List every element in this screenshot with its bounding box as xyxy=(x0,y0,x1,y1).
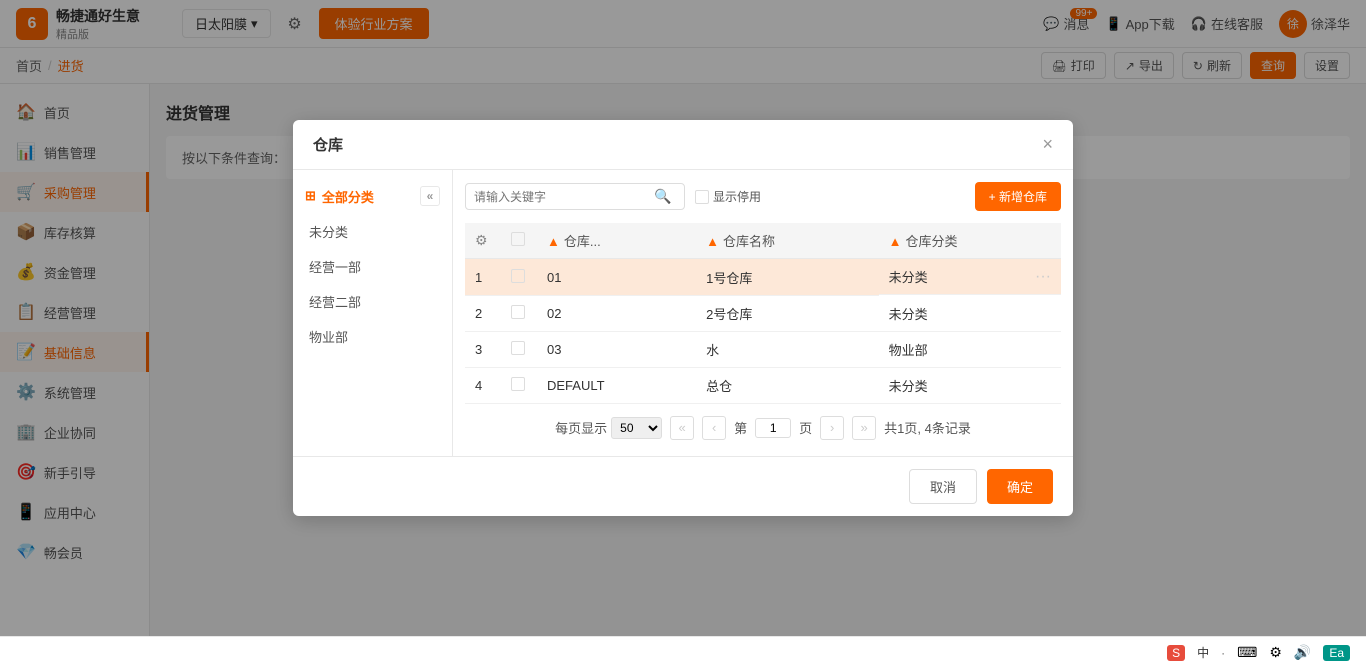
row-check-1[interactable] xyxy=(511,269,525,283)
modal-category-sidebar: ⊞ 全部分类 « 未分类 经营一部 经营二部 物业部 xyxy=(293,170,453,456)
add-warehouse-btn[interactable]: + 新增仓库 xyxy=(975,182,1061,211)
search-icon[interactable]: 🔍 xyxy=(654,188,671,205)
bottom-icon-3: · xyxy=(1221,646,1225,660)
modal-main-area: 🔍 显示停用 + 新增仓库 ⚙ ▲仓库... xyxy=(453,170,1073,456)
bottom-icon-5: ⚙ xyxy=(1269,644,1282,661)
th-checkbox[interactable] xyxy=(501,223,537,259)
bottom-icon-4: ⌨ xyxy=(1237,644,1257,661)
search-input[interactable] xyxy=(474,190,654,204)
show-disabled-text: 显示停用 xyxy=(713,188,761,205)
row-code: 01 xyxy=(537,259,696,296)
modal-header: 仓库 × xyxy=(293,120,1073,170)
bottom-icon-1: S xyxy=(1167,645,1185,661)
row-checkbox[interactable] xyxy=(501,331,537,367)
sort-icon: ▲ xyxy=(547,234,560,249)
search-box: 🔍 xyxy=(465,183,685,210)
per-page-selector: 每页显示 20 50 100 xyxy=(555,417,662,439)
modal-title: 仓库 xyxy=(313,134,343,155)
category-item-property[interactable]: 物业部 xyxy=(293,319,452,354)
row-name: 1号仓库 xyxy=(696,259,878,296)
select-all-checkbox[interactable] xyxy=(511,232,525,246)
row-checkbox[interactable] xyxy=(501,295,537,331)
row-code: 02 xyxy=(537,295,696,331)
table-row[interactable]: 4 DEFAULT 总仓 未分类 xyxy=(465,367,1061,403)
th-category: ▲仓库分类 xyxy=(879,223,1061,259)
bottom-bar: S 中 · ⌨ ⚙ 🔊 Ea xyxy=(0,636,1366,668)
modal-close-btn[interactable]: × xyxy=(1042,134,1053,155)
total-info: 共1页, 4条记录 xyxy=(884,418,971,437)
confirm-btn[interactable]: 确定 xyxy=(987,469,1053,504)
row-checkbox[interactable] xyxy=(501,367,537,403)
show-disabled-label[interactable]: 显示停用 xyxy=(695,188,761,205)
page-label: 第 xyxy=(734,418,747,437)
row-index: 2 xyxy=(465,295,501,331)
row-category: 未分类 ··· xyxy=(879,259,1061,295)
modal-toolbar: 🔍 显示停用 + 新增仓库 xyxy=(465,182,1061,211)
row-category: 未分类 xyxy=(879,295,1061,331)
ea-badge: Ea xyxy=(1323,645,1350,661)
th-gear[interactable]: ⚙ xyxy=(465,223,501,259)
all-categories-label: 全部分类 xyxy=(322,187,374,206)
row-check-2[interactable] xyxy=(511,305,525,319)
sort-icon-cat: ▲ xyxy=(889,234,902,249)
row-category: 物业部 xyxy=(879,331,1061,367)
table-row[interactable]: 1 01 1号仓库 未分类 ··· xyxy=(465,259,1061,296)
row-code: DEFAULT xyxy=(537,367,696,403)
page-suffix: 页 xyxy=(799,418,812,437)
row-check-4[interactable] xyxy=(511,377,525,391)
row-name: 总仓 xyxy=(696,367,878,403)
cancel-btn[interactable]: 取消 xyxy=(909,469,977,504)
row-category: 未分类 xyxy=(879,367,1061,403)
per-page-label: 每页显示 xyxy=(555,418,607,437)
last-page-btn[interactable]: » xyxy=(852,416,876,440)
table-row[interactable]: 3 03 水 物业部 xyxy=(465,331,1061,367)
row-check-3[interactable] xyxy=(511,341,525,355)
row-index: 1 xyxy=(465,259,501,296)
row-name: 2号仓库 xyxy=(696,295,878,331)
modal-overlay: 仓库 × ⊞ 全部分类 « 未分类 经营一部 经营二部 物业部 xyxy=(0,0,1366,636)
category-item-uncategorized[interactable]: 未分类 xyxy=(293,214,452,249)
modal-footer: 取消 确定 xyxy=(293,456,1073,516)
gear-icon: ⚙ xyxy=(475,232,488,248)
row-checkbox[interactable] xyxy=(501,259,537,296)
first-page-btn[interactable]: « xyxy=(670,416,694,440)
row-index: 3 xyxy=(465,331,501,367)
warehouse-table: ⚙ ▲仓库... ▲仓库名称 ▲仓库分类 1 01 1号仓库 xyxy=(465,223,1061,404)
category-item-ops2[interactable]: 经营二部 xyxy=(293,284,452,319)
pagination: 每页显示 20 50 100 « ‹ 第 页 › » 共1页, 4条记录 xyxy=(465,404,1061,444)
next-page-btn[interactable]: › xyxy=(820,416,844,440)
page-number-input[interactable] xyxy=(755,418,791,438)
collapse-sidebar-btn[interactable]: « xyxy=(420,186,440,206)
per-page-select[interactable]: 20 50 100 xyxy=(611,417,662,439)
table-header-row: ⚙ ▲仓库... ▲仓库名称 ▲仓库分类 xyxy=(465,223,1061,259)
bottom-icon-2: 中 xyxy=(1197,644,1209,661)
row-name: 水 xyxy=(696,331,878,367)
th-code: ▲仓库... xyxy=(537,223,696,259)
row-code: 03 xyxy=(537,331,696,367)
show-disabled-checkbox[interactable] xyxy=(695,190,709,204)
row-index: 4 xyxy=(465,367,501,403)
category-item-ops1[interactable]: 经营一部 xyxy=(293,249,452,284)
bottom-icon-6: 🔊 xyxy=(1294,644,1311,661)
grid-icon: ⊞ xyxy=(305,188,316,204)
th-name: ▲仓库名称 xyxy=(696,223,878,259)
table-row[interactable]: 2 02 2号仓库 未分类 xyxy=(465,295,1061,331)
sort-icon-name: ▲ xyxy=(706,234,719,249)
warehouse-modal: 仓库 × ⊞ 全部分类 « 未分类 经营一部 经营二部 物业部 xyxy=(293,120,1073,516)
row-actions-icon[interactable]: ··· xyxy=(1035,268,1051,286)
prev-page-btn[interactable]: ‹ xyxy=(702,416,726,440)
modal-body: ⊞ 全部分类 « 未分类 经营一部 经营二部 物业部 🔍 xyxy=(293,170,1073,456)
all-categories-header[interactable]: ⊞ 全部分类 « xyxy=(293,178,452,214)
